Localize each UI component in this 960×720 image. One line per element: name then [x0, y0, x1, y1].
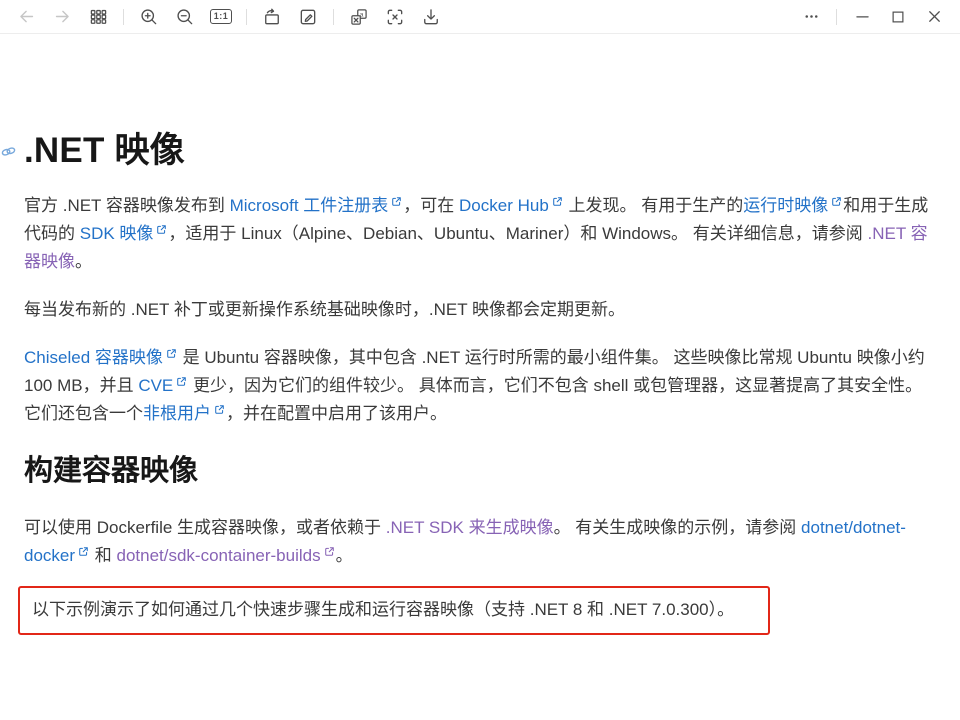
text-run: 。 有关生成映像的示例，请参阅 [553, 518, 802, 537]
doc-link[interactable]: 运行时映像 [743, 196, 843, 215]
paragraph-build: 可以使用 Dockerfile 生成容器映像，或者依赖于 .NET SDK 来生… [24, 514, 936, 570]
doc-link[interactable]: Docker Hub [459, 196, 564, 215]
visited-link[interactable]: dotnet/sdk-container-builds [116, 546, 335, 565]
toolbar: 1:1 a [0, 0, 960, 34]
text-run: 。 [335, 546, 353, 565]
paragraph-updates: 每当发布新的 .NET 补丁或更新操作系统基础映像时，.NET 映像都会定期更新… [24, 300, 626, 319]
save-image-button[interactable] [416, 3, 446, 31]
back-button[interactable] [11, 3, 41, 31]
anchor-link-icon[interactable] [0, 143, 17, 160]
text-run: 。 [75, 252, 92, 271]
forward-icon [55, 10, 69, 23]
doc-link[interactable]: Microsoft 工件注册表 [230, 196, 404, 215]
zoom-out-button[interactable] [170, 3, 200, 31]
close-button[interactable] [919, 3, 949, 31]
toolbar-separator [246, 8, 247, 25]
extract-text-button[interactable] [380, 3, 410, 31]
title-row: .NET 映像 [1, 131, 936, 170]
external-link-icon [78, 546, 89, 557]
zoom-in-icon [141, 8, 157, 24]
doc-link[interactable]: Chiseled 容器映像 [24, 348, 178, 367]
maximize-icon [892, 11, 904, 22]
image-viewer-window: 1:1 a .NET 映像 官方 .NET 容器映像发布到 Microsoft … [0, 0, 960, 635]
edit-button[interactable] [293, 3, 323, 31]
highlight-box: 以下示例演示了如何通过几个快速步骤生成和运行容器映像（支持 .NET 8 和 .… [18, 586, 770, 635]
external-link-icon [831, 196, 842, 207]
close-icon [928, 11, 940, 22]
text-run: ，适用于 Linux（Alpine、Debian、Ubuntu、Mariner）… [168, 224, 868, 243]
more-options-button[interactable] [796, 3, 826, 31]
translate-button[interactable]: a [344, 3, 374, 31]
section-title: 构建容器映像 [24, 455, 199, 487]
thumbnails-button[interactable] [83, 3, 113, 31]
actual-size-button[interactable]: 1:1 [206, 3, 236, 31]
doc-link[interactable]: 非根用户 [143, 404, 226, 423]
external-link-icon [166, 348, 177, 359]
doc-link[interactable]: SDK 映像 [80, 224, 169, 243]
highlight-text: 以下示例演示了如何通过几个快速步骤生成和运行容器映像（支持 .NET 8 和 .… [32, 600, 735, 619]
document-view: .NET 映像 官方 .NET 容器映像发布到 Microsoft 工件注册表，… [0, 34, 960, 635]
doc-link[interactable]: CVE [138, 376, 188, 395]
toolbar-separator [333, 8, 334, 25]
actual-size-icon: 1:1 [209, 9, 233, 24]
maximize-button[interactable] [883, 3, 913, 31]
text-run: 和 [90, 546, 117, 565]
external-link-icon [214, 404, 225, 415]
rotate-button[interactable] [257, 3, 287, 31]
minimize-icon [855, 16, 869, 18]
paragraph-intro: 官方 .NET 容器映像发布到 Microsoft 工件注册表 ，可在 Docke… [24, 192, 936, 276]
external-link-icon [391, 196, 402, 207]
page-title: .NET 映像 [24, 131, 185, 170]
text-run: ，可在 [403, 196, 460, 215]
text-run: 可以使用 Dockerfile 生成容器映像，或者依赖于 [24, 518, 386, 537]
save-download-icon [424, 8, 438, 24]
zoom-in-button[interactable] [134, 3, 164, 31]
forward-button[interactable] [47, 3, 77, 31]
back-icon [19, 10, 33, 23]
external-link-icon [324, 546, 335, 557]
more-options-icon [804, 15, 818, 18]
zoom-out-icon [177, 8, 193, 24]
text-run: ，并在配置中启用了该用户。 [226, 404, 447, 423]
paragraph-chiseled: Chiseled 容器映像 是 Ubuntu 容器映像，其中包含 .NET 运行… [24, 344, 936, 428]
translate-icon: a [351, 8, 367, 25]
text-run: 上发现。 有用于生产的 [563, 196, 744, 215]
text-run: 官方 .NET 容器映像发布到 [24, 196, 230, 215]
rotate-icon [265, 8, 279, 24]
extract-text-icon [387, 9, 403, 24]
toolbar-separator [123, 8, 124, 25]
external-link-icon [176, 376, 187, 387]
visited-link[interactable]: .NET SDK 来生成映像 [386, 518, 554, 537]
external-link-icon [552, 196, 563, 207]
toolbar-separator [836, 8, 837, 25]
edit-icon [300, 9, 316, 24]
external-link-icon [156, 224, 167, 235]
thumbnails-grid-icon [90, 9, 106, 24]
minimize-button[interactable] [847, 3, 877, 31]
